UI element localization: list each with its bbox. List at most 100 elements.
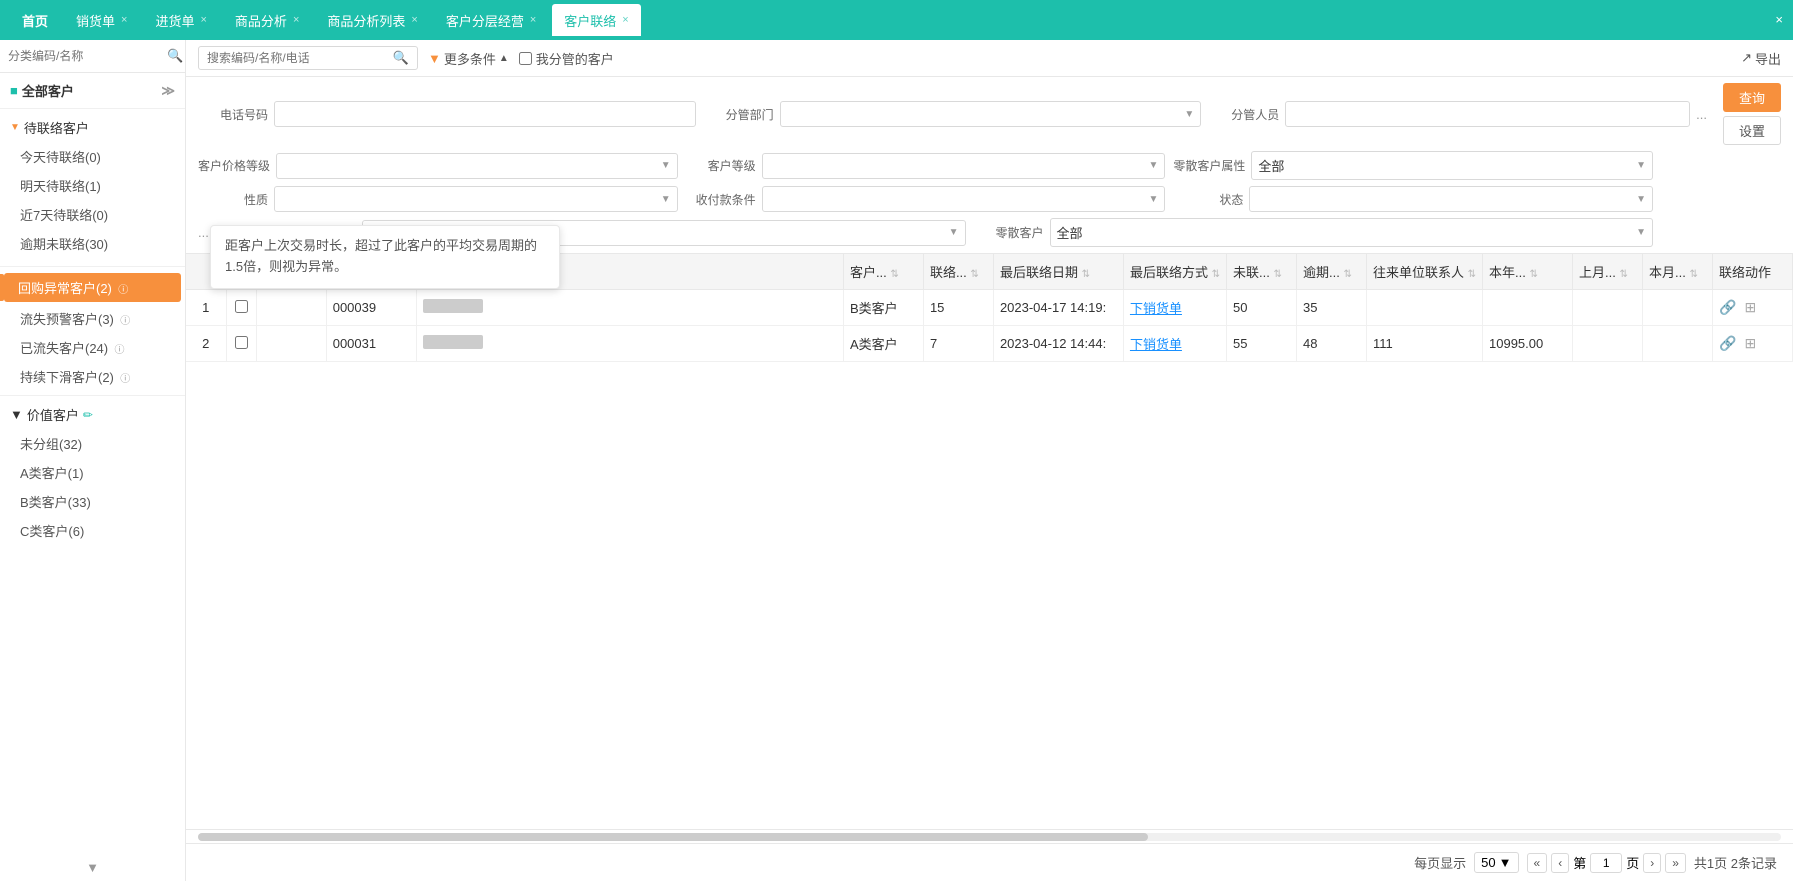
tab-purchase-close[interactable]: × bbox=[200, 14, 206, 26]
phone-input[interactable] bbox=[274, 101, 696, 127]
retail-value: 全部 bbox=[1057, 223, 1083, 242]
last-page-button[interactable]: » bbox=[1665, 853, 1686, 873]
first-page-button[interactable]: « bbox=[1527, 853, 1548, 873]
row2-link-icon[interactable]: 🔗 bbox=[1719, 335, 1736, 352]
sidebar-item-today[interactable]: 今天待联络(0) bbox=[0, 142, 185, 171]
row1-contact: 15 bbox=[923, 290, 993, 326]
tab-purchase[interactable]: 进货单 × bbox=[143, 4, 218, 36]
sidebar-collapse-button[interactable]: ≫ bbox=[161, 83, 175, 99]
lastdate-sort-icon[interactable]: ⇅ bbox=[1082, 269, 1090, 280]
sidebar-item-7days[interactable]: 近7天待联络(0) bbox=[0, 200, 185, 229]
tab-customer-tier-close[interactable]: × bbox=[530, 14, 536, 26]
retail-attr-arrow: ▼ bbox=[1636, 160, 1646, 171]
sidebar-value-group[interactable]: ▼ 价值客户 ✏ bbox=[0, 400, 185, 429]
query-button[interactable]: 查询 bbox=[1723, 83, 1781, 112]
contacts-sort-icon[interactable]: ⇅ bbox=[1468, 269, 1476, 280]
page-number-input[interactable] bbox=[1590, 853, 1622, 873]
sidebar-search-input[interactable] bbox=[8, 49, 163, 63]
close-all-button[interactable]: × bbox=[1775, 11, 1783, 29]
tab-sales[interactable]: 销货单 × bbox=[64, 4, 139, 36]
retail-attr-select[interactable]: 全部 ▼ bbox=[1251, 151, 1653, 180]
customer-type-arrow: ▼ bbox=[949, 227, 959, 238]
lastway-sort-icon[interactable]: ⇅ bbox=[1212, 269, 1220, 280]
retail-select[interactable]: 全部 ▼ bbox=[1050, 218, 1654, 247]
per-page-value: 50 bbox=[1481, 855, 1495, 870]
row2-level: A类客户 bbox=[843, 326, 923, 362]
th-thisyear: 本年... ⇅ bbox=[1483, 254, 1573, 290]
tab-analysis[interactable]: 商品分析 × bbox=[223, 4, 311, 36]
setting-button[interactable]: 设置 bbox=[1723, 116, 1781, 145]
thismonth-sort-icon[interactable]: ⇅ bbox=[1689, 269, 1697, 280]
lastmonth-sort-icon[interactable]: ⇅ bbox=[1619, 269, 1627, 280]
sidebar-item-ungroup[interactable]: 未分组(32) bbox=[0, 429, 185, 458]
sidebar-item-repurchase-abnormal[interactable]: 回购异常客户(2) ⓘ bbox=[4, 273, 181, 302]
more-conditions-button[interactable]: ▼ 更多条件 ▲ bbox=[428, 49, 509, 68]
sidebar-bottom-arrow[interactable]: ▼ bbox=[0, 854, 185, 881]
tab-customer-contact-close[interactable]: × bbox=[622, 14, 628, 26]
my-customers-checkbox[interactable] bbox=[519, 52, 532, 65]
sidebar-item-b-class[interactable]: B类客户(33) bbox=[0, 487, 185, 516]
tab-customer-tier-label: 客户分层经营 bbox=[446, 11, 524, 30]
level-sort-icon[interactable]: ⇅ bbox=[890, 269, 898, 280]
prev-page-button[interactable]: ‹ bbox=[1551, 853, 1569, 873]
tab-analysis-close[interactable]: × bbox=[293, 14, 299, 26]
tab-analysis-list-close[interactable]: × bbox=[411, 14, 417, 26]
sidebar-item-overdue[interactable]: 逾期未联络(30) bbox=[0, 229, 185, 258]
payment-arrow: ▼ bbox=[1148, 194, 1158, 205]
nature-select[interactable]: ▼ bbox=[274, 186, 678, 212]
tab-customer-tier[interactable]: 客户分层经营 × bbox=[434, 4, 548, 36]
main-search-input[interactable] bbox=[207, 51, 389, 65]
main-search-icon[interactable]: 🔍 bbox=[393, 50, 409, 66]
row1-checkbox[interactable] bbox=[235, 300, 248, 313]
row1-qr-icon[interactable]: ⊞ bbox=[1744, 299, 1756, 316]
export-button[interactable]: ↗ 导出 bbox=[1741, 49, 1781, 68]
nature-arrow: ▼ bbox=[661, 194, 671, 205]
tab-home[interactable]: 首页 bbox=[10, 4, 60, 36]
repurchase-info-icon: ⓘ bbox=[118, 285, 128, 296]
row1-action-icons: 🔗 ⊞ bbox=[1719, 299, 1786, 316]
scroll-thumb[interactable] bbox=[198, 833, 1148, 841]
person-dots[interactable]: ... bbox=[1696, 107, 1707, 122]
table-row: 1 000039 B类客户 bbox=[186, 290, 1793, 326]
sidebar-search-icon[interactable]: 🔍 bbox=[167, 48, 183, 64]
person-select[interactable] bbox=[1285, 101, 1690, 127]
sidebar-item-tomorrow[interactable]: 明天待联络(1) bbox=[0, 171, 185, 200]
filter-bar: 🔍 ▼ 更多条件 ▲ 我分管的客户 ↗ 导出 bbox=[186, 40, 1793, 77]
price-level-select[interactable]: ▼ bbox=[276, 153, 678, 179]
customer-level-label: 客户等级 bbox=[686, 157, 756, 174]
tab-sales-close[interactable]: × bbox=[121, 14, 127, 26]
pagination-bar: 每页显示 50 ▼ « ‹ 第 页 › » 共1页 2条记录 bbox=[186, 843, 1793, 881]
tab-customer-contact[interactable]: 客户联络 × bbox=[552, 4, 640, 36]
sidebar-all-customers: ■ 全部客户 ≫ bbox=[0, 73, 185, 109]
customer-level-select[interactable]: ▼ bbox=[762, 153, 1166, 179]
sidebar-item-c-class[interactable]: C类客户(6) bbox=[0, 516, 185, 545]
next-page-button[interactable]: › bbox=[1643, 853, 1661, 873]
horizontal-scrollbar[interactable] bbox=[186, 829, 1793, 843]
per-page-select[interactable]: 50 ▼ bbox=[1474, 852, 1518, 873]
thisyear-sort-icon[interactable]: ⇅ bbox=[1529, 269, 1537, 280]
tab-analysis-list[interactable]: 商品分析列表 × bbox=[315, 4, 429, 36]
status-select[interactable]: ▼ bbox=[1249, 186, 1653, 212]
row4-dots[interactable]: ... bbox=[198, 225, 209, 240]
contact-sort-icon[interactable]: ⇅ bbox=[970, 269, 978, 280]
sidebar-item-lost[interactable]: 已流失客户(24) ⓘ bbox=[0, 333, 185, 362]
sidebar-item-churn-warning[interactable]: 流失预警客户(3) ⓘ bbox=[0, 304, 185, 333]
overdue-sort-icon[interactable]: ⇅ bbox=[1343, 269, 1351, 280]
sidebar-pending-section: ▼ 待联络客户 今天待联络(0) 明天待联络(1) 近7天待联络(0) 逾期未联… bbox=[0, 109, 185, 262]
more-conditions-arrow: ▲ bbox=[499, 53, 509, 64]
value-group-edit-icon[interactable]: ✏ bbox=[83, 408, 93, 422]
row2-qr-icon[interactable]: ⊞ bbox=[1744, 335, 1756, 352]
person-label: 分管人员 bbox=[1209, 106, 1279, 123]
row2-lastway-link[interactable]: 下销货单 bbox=[1130, 337, 1182, 352]
row1-link-icon[interactable]: 🔗 bbox=[1719, 299, 1736, 316]
dept-select[interactable]: ▼ bbox=[780, 101, 1202, 127]
sidebar-item-a-class[interactable]: A类客户(1) bbox=[0, 458, 185, 487]
row2-checkbox[interactable] bbox=[235, 336, 248, 349]
uncontact-sort-icon[interactable]: ⇅ bbox=[1273, 269, 1281, 280]
sidebar-pending-group[interactable]: ▼ 待联络客户 bbox=[0, 113, 185, 142]
sidebar-item-declining[interactable]: 持续下滑客户(2) ⓘ bbox=[0, 362, 185, 391]
retail-label: 零散客户 bbox=[974, 224, 1044, 241]
payment-select[interactable]: ▼ bbox=[762, 186, 1166, 212]
active-indicator bbox=[0, 274, 4, 301]
row1-lastway-link[interactable]: 下销货单 bbox=[1130, 301, 1182, 316]
